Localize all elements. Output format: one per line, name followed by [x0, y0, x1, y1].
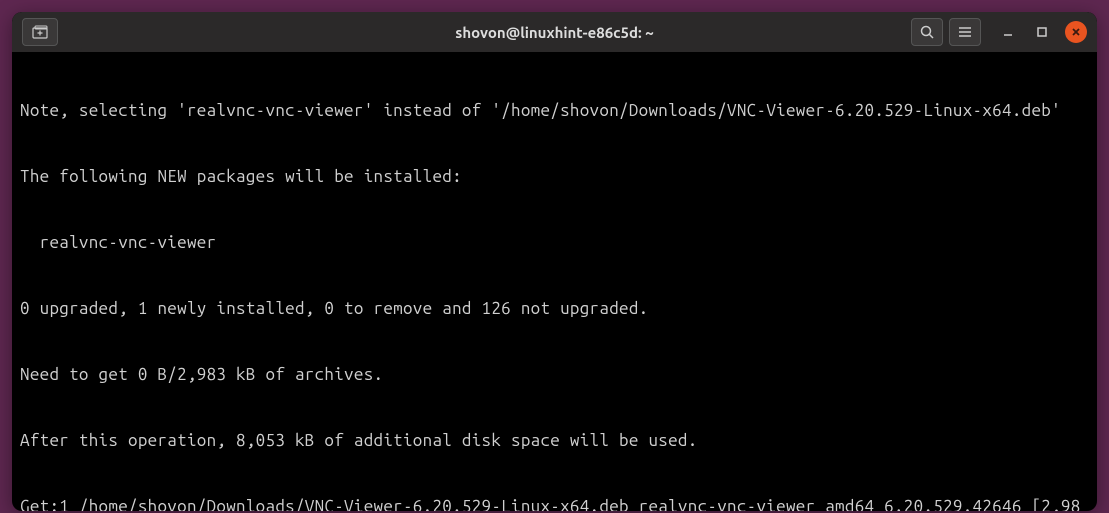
new-tab-button[interactable]	[22, 18, 58, 46]
window-title: shovon@linuxhint-e86c5d: ~	[455, 24, 653, 41]
terminal-line: 0 upgraded, 1 newly installed, 0 to remo…	[20, 298, 1089, 320]
terminal-line: Get:1 /home/shovon/Downloads/VNC-Viewer-…	[20, 496, 1089, 511]
titlebar-right	[911, 18, 1091, 46]
search-button[interactable]	[911, 18, 943, 46]
search-icon	[920, 25, 934, 39]
titlebar: shovon@linuxhint-e86c5d: ~	[12, 12, 1097, 52]
terminal-content[interactable]: Note, selecting 'realvnc-vnc-viewer' ins…	[12, 52, 1097, 511]
close-button[interactable]	[1065, 21, 1087, 43]
maximize-icon	[1036, 26, 1048, 38]
new-tab-icon	[32, 25, 48, 39]
menu-button[interactable]	[949, 18, 981, 46]
terminal-line: The following NEW packages will be insta…	[20, 166, 1089, 188]
terminal-line: realvnc-vnc-viewer	[20, 232, 1089, 254]
terminal-line: After this operation, 8,053 kB of additi…	[20, 430, 1089, 452]
terminal-window: shovon@linuxhint-e86c5d: ~	[12, 12, 1097, 511]
maximize-button[interactable]	[1031, 21, 1053, 43]
minimize-button[interactable]	[997, 21, 1019, 43]
minimize-icon	[1002, 26, 1014, 38]
hamburger-icon	[958, 25, 972, 39]
window-controls	[997, 21, 1087, 43]
close-icon	[1071, 27, 1081, 37]
terminal-line: Need to get 0 B/2,983 kB of archives.	[20, 364, 1089, 386]
terminal-line: Note, selecting 'realvnc-vnc-viewer' ins…	[20, 100, 1089, 122]
titlebar-left	[18, 18, 58, 46]
